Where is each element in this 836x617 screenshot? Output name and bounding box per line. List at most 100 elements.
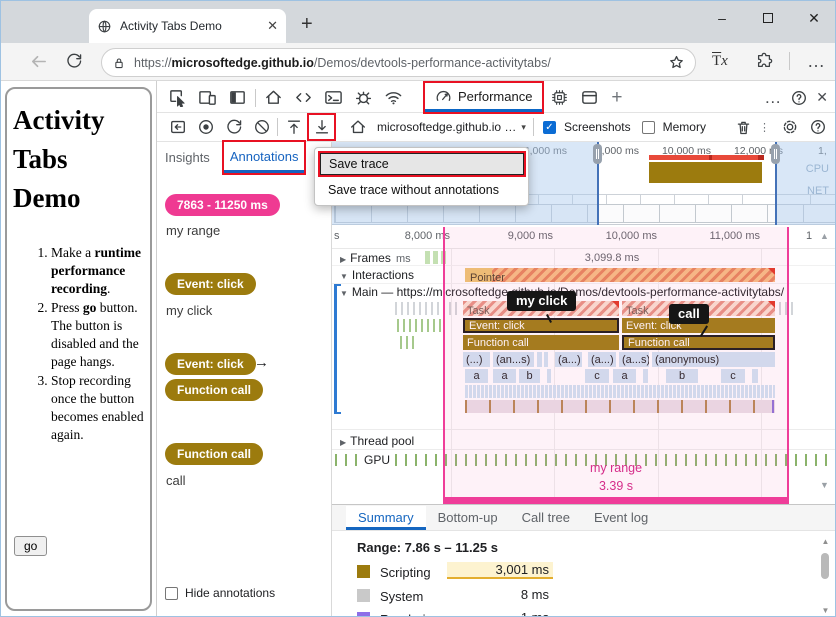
welcome-home-icon[interactable]	[261, 86, 286, 110]
go-button[interactable]: go	[14, 536, 47, 556]
menu-item-save-trace[interactable]: Save trace	[320, 153, 524, 175]
translate-icon[interactable]: Tx	[712, 53, 728, 70]
annotation-event-badge[interactable]: Event: click	[165, 353, 256, 375]
favorite-star-icon[interactable]	[668, 54, 685, 71]
range-bottom-bar[interactable]	[445, 497, 787, 504]
bug-debugger-icon[interactable]	[351, 86, 376, 110]
js-frame-bar[interactable]: (a...)	[588, 352, 616, 367]
collapse-icon[interactable]: ▶	[340, 255, 346, 264]
elements-code-icon[interactable]	[291, 86, 316, 110]
annotation-event-badge[interactable]: Event: click	[165, 273, 256, 295]
devtools-menu-icon[interactable]: …	[764, 88, 781, 108]
selection-handle-right[interactable]	[771, 144, 780, 164]
annotation-label[interactable]: my click	[166, 303, 212, 318]
origin-dropdown[interactable]: microsoftedge.github.io …▾	[373, 120, 530, 134]
dock-side-icon[interactable]	[225, 86, 250, 110]
function-call-bar[interactable]: Function call	[463, 335, 619, 350]
expand-icon[interactable]: ▼	[340, 289, 348, 298]
js-frame-bar[interactable]: (anonymous)	[652, 352, 775, 367]
screenshots-checkbox[interactable]: ✓	[543, 121, 556, 134]
record-icon[interactable]	[193, 115, 218, 139]
main-track-header[interactable]: ▼Main — https://microsoftedge.github.io/…	[332, 284, 836, 300]
js-frame-bar[interactable]	[643, 369, 648, 383]
device-emulation-icon[interactable]	[195, 86, 220, 110]
help-icon[interactable]	[805, 115, 830, 139]
thread-pool-track[interactable]: ▶Thread pool	[332, 429, 836, 449]
live-metrics-icon[interactable]	[165, 115, 190, 139]
tab-performance[interactable]: Performance	[425, 83, 542, 112]
tab-summary[interactable]: Summary	[346, 506, 426, 530]
js-frame-bar[interactable]: a	[493, 369, 516, 383]
event-click-bar-annotated[interactable]: Event: click	[463, 318, 619, 333]
js-frame-bar[interactable]: (a...s)	[619, 352, 649, 367]
hide-annotations-checkbox[interactable]	[165, 587, 178, 600]
collapse-icon[interactable]: ▶	[340, 438, 346, 447]
dense-js-frames[interactable]	[465, 385, 775, 398]
js-frame-bar[interactable]	[544, 352, 548, 367]
memory-chip-icon[interactable]	[547, 86, 572, 110]
summary-scrollbar[interactable]: ▲ ▼	[820, 537, 831, 615]
network-wifi-icon[interactable]	[381, 86, 406, 110]
minimize-button[interactable]: –	[699, 1, 745, 35]
annotation-label[interactable]: my range	[166, 223, 220, 238]
reload-record-icon[interactable]	[221, 115, 246, 139]
annotation-function-badge[interactable]: Function call	[165, 379, 263, 401]
new-tab-button[interactable]: +	[301, 13, 313, 36]
trash-icon[interactable]	[731, 115, 756, 139]
annotation-function-badge[interactable]: Function call	[165, 443, 263, 465]
interactions-track[interactable]: ▼Interactions Pointer	[332, 266, 836, 284]
annotation-range-badge[interactable]: 7863 - 11250 ms	[165, 194, 280, 216]
devtools-help-icon[interactable]	[786, 86, 811, 110]
back-icon[interactable]	[29, 52, 48, 71]
memory-checkbox[interactable]	[642, 121, 655, 134]
tab-close-icon[interactable]: ✕	[267, 18, 278, 34]
close-button[interactable]: ✕	[791, 1, 836, 35]
more-tabs-button[interactable]: +	[611, 87, 622, 109]
expand-icon[interactable]: ▼	[340, 272, 348, 281]
tab-bottom-up[interactable]: Bottom-up	[426, 506, 510, 530]
clear-icon[interactable]	[249, 115, 274, 139]
menu-item-save-without-annotations[interactable]: Save trace without annotations	[328, 183, 499, 197]
js-frame-bar[interactable]: c	[721, 369, 745, 383]
gear-icon[interactable]	[777, 115, 802, 139]
js-frame-bar[interactable]	[537, 352, 542, 367]
tab-call-tree[interactable]: Call tree	[510, 506, 582, 530]
inspect-icon[interactable]	[165, 86, 190, 110]
scroll-down-icon[interactable]: ▼	[820, 480, 829, 490]
tab-event-log[interactable]: Event log	[582, 506, 660, 530]
js-frame-bar[interactable]: a	[613, 369, 636, 383]
save-profile-icon[interactable]	[309, 115, 334, 139]
scrollbar-down-icon[interactable]: ▼	[820, 606, 831, 615]
annotation-label[interactable]: call	[166, 473, 186, 488]
js-frame-bar[interactable]: (...)	[463, 352, 490, 367]
application-icon[interactable]	[577, 86, 602, 110]
selection-handle-left[interactable]	[593, 144, 602, 164]
scrollbar-thumb[interactable]	[821, 553, 829, 579]
js-frame-bar[interactable]: (an...s)	[493, 352, 534, 367]
scroll-up-icon[interactable]: ▲	[820, 231, 829, 241]
maximize-button[interactable]	[745, 1, 791, 35]
tab-annotations[interactable]: Annotations	[224, 142, 305, 173]
browser-menu-icon[interactable]: …	[807, 51, 825, 72]
js-frame-bar[interactable]: b	[519, 369, 540, 383]
js-frame-bar[interactable]: a	[465, 369, 488, 383]
upload-profile-icon[interactable]	[281, 115, 306, 139]
gpu-track[interactable]: GPU	[332, 449, 836, 469]
console-icon[interactable]	[321, 86, 346, 110]
overflow-menu-icon[interactable]: ⋮	[759, 121, 770, 134]
js-frame-bar[interactable]	[547, 369, 551, 383]
frames-track[interactable]: ▶Frames ms 3,099.8 ms	[332, 249, 836, 266]
devtools-close-icon[interactable]: ✕	[816, 89, 828, 106]
scrollbar-up-icon[interactable]: ▲	[820, 537, 831, 546]
browser-tab[interactable]: Activity Tabs Demo ✕	[89, 9, 286, 43]
tab-insights[interactable]: Insights	[165, 150, 210, 165]
function-call-bar-annotated[interactable]: Function call	[622, 335, 775, 350]
js-frame-bar[interactable]: b	[666, 369, 698, 383]
js-frame-bar[interactable]: c	[585, 369, 609, 383]
extensions-icon[interactable]	[755, 52, 773, 70]
js-frame-bar[interactable]: (a...)	[555, 352, 582, 367]
home-origin-icon[interactable]	[345, 115, 370, 139]
reload-icon[interactable]	[65, 52, 83, 70]
pointer-interaction-bar[interactable]: Pointer	[465, 268, 775, 282]
js-frame-bar[interactable]	[752, 369, 758, 383]
